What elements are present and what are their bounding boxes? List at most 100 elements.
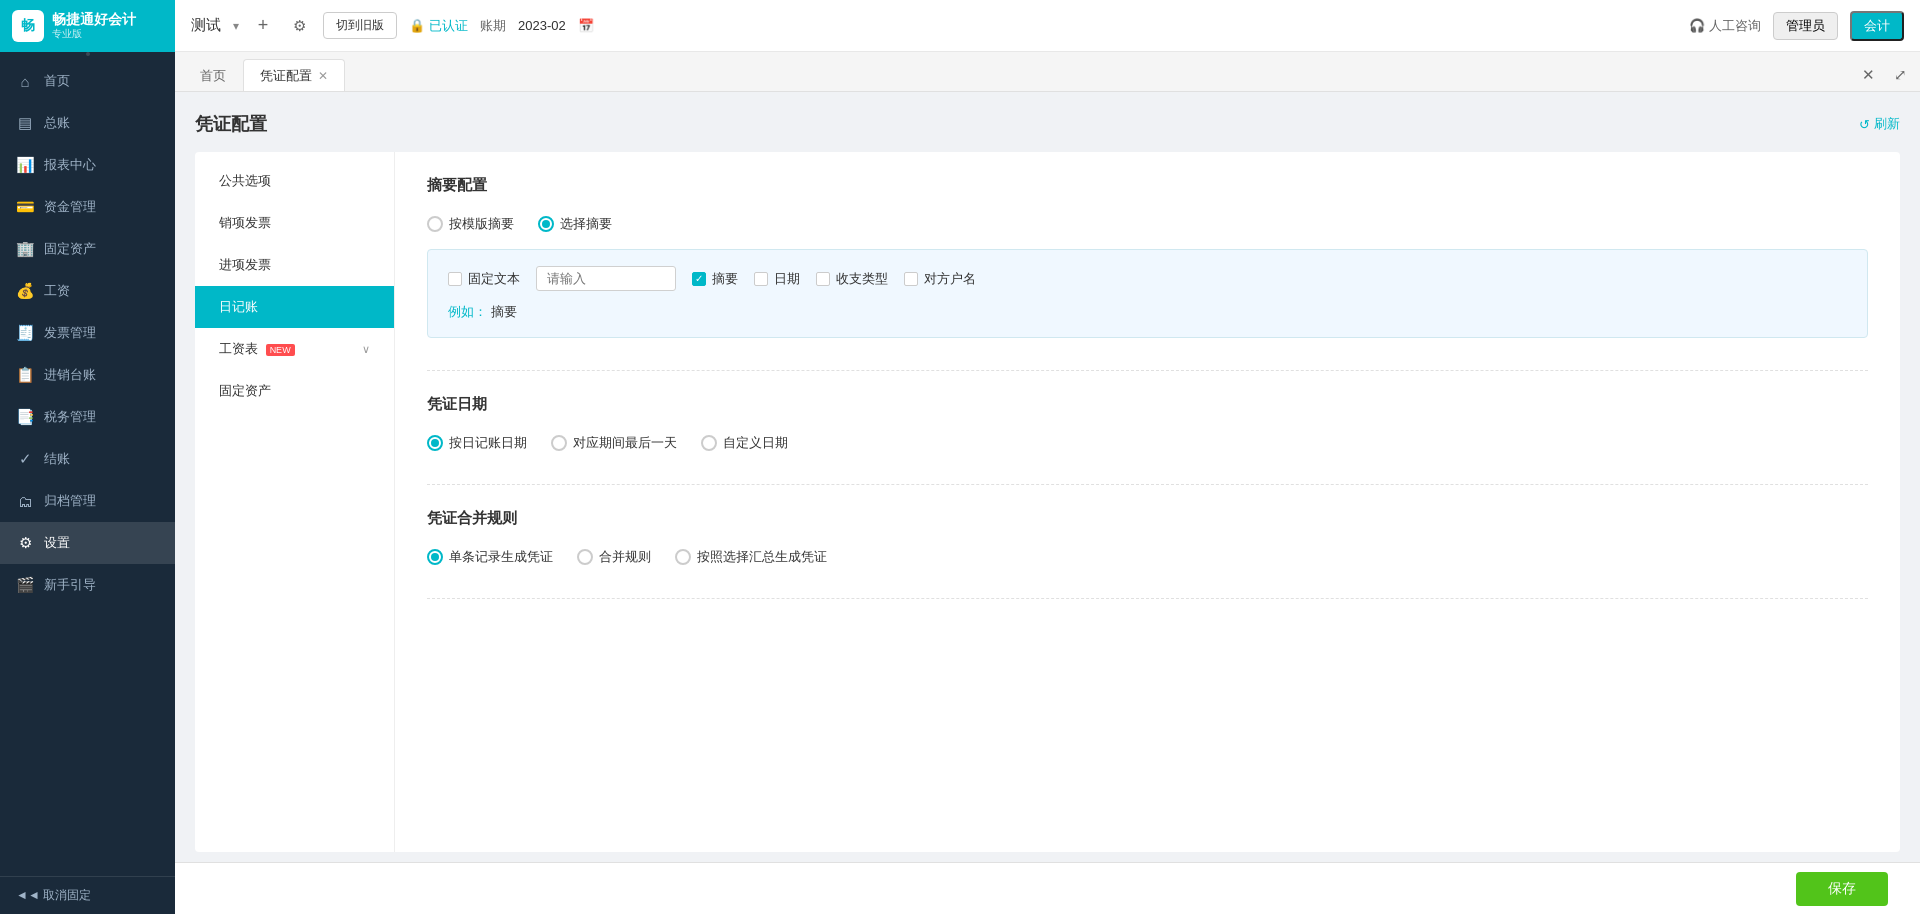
fixed-text-checkbox[interactable]: 固定文本 (448, 270, 520, 288)
report-icon: 📊 (16, 156, 34, 174)
sidebar-logo: 畅 畅捷通好会计 专业版 (0, 0, 175, 52)
tax-icon: 📑 (16, 408, 34, 426)
merge-section: 凭证合并规则 单条记录生成凭证 合并规则 按照选择汇总生成凭证 (427, 509, 1868, 566)
radio-rule-circle (577, 549, 593, 565)
abstract-section: 摘要配置 按模版摘要 选择摘要 (427, 176, 1868, 338)
add-tab-button[interactable]: + (251, 14, 275, 38)
merge-radio-rule[interactable]: 合并规则 (577, 548, 651, 566)
abstract-section-title: 摘要配置 (427, 176, 1868, 195)
sidebar-item-settings[interactable]: ⚙ 设置 (0, 522, 175, 564)
sidebar-item-tax[interactable]: 📑 税务管理 (0, 396, 175, 438)
sidebar-item-closing[interactable]: ✓ 结账 (0, 438, 175, 480)
sidebar-item-ledger[interactable]: ▤ 总账 (0, 102, 175, 144)
tab-home[interactable]: 首页 (183, 59, 243, 91)
period-label: 账期 (480, 17, 506, 35)
radio-journal-circle (427, 435, 443, 451)
content-wrapper: 凭证配置 ↺ 刷新 公共选项 销项发票 进项发票 日记账 (175, 92, 1920, 914)
sidebar-nav: ⌂ 首页 ▤ 总账 📊 报表中心 💳 资金管理 🏢 固定资产 💰 工资 🧾 发票… (0, 56, 175, 876)
merge-radio-group: 单条记录生成凭证 合并规则 按照选择汇总生成凭证 (427, 548, 1868, 566)
fullscreen-button[interactable]: ⤢ (1888, 63, 1912, 87)
radio-single-circle (427, 549, 443, 565)
section-divider-1 (427, 370, 1868, 371)
fixed-text-input[interactable] (536, 266, 676, 291)
content-layout: 公共选项 销项发票 进项发票 日记账 工资表 NEW (195, 152, 1900, 852)
consult-button[interactable]: 🎧 人工咨询 (1689, 17, 1761, 35)
counterpart-checkbox[interactable]: 对方户名 (904, 270, 976, 288)
date-radio-custom[interactable]: 自定义日期 (701, 434, 788, 452)
user-button[interactable]: 管理员 (1773, 12, 1838, 40)
date-radio-period-last[interactable]: 对应期间最后一天 (551, 434, 677, 452)
sidebar-unpin[interactable]: ◄◄ 取消固定 (0, 876, 175, 914)
project-name: 测试 (191, 16, 221, 35)
period-value: 2023-02 (518, 18, 566, 33)
page-title: 凭证配置 (195, 112, 267, 136)
archive-icon: 🗂 (16, 492, 34, 510)
project-dropdown[interactable]: ▾ (233, 19, 239, 33)
abstract-checkbox[interactable]: ✓ 摘要 (692, 270, 738, 288)
sidebar-item-sales[interactable]: 📋 进销台账 (0, 354, 175, 396)
role-button[interactable]: 会计 (1850, 11, 1904, 41)
date-radio-journal[interactable]: 按日记账日期 (427, 434, 527, 452)
closing-icon: ✓ (16, 450, 34, 468)
sidebar-item-home[interactable]: ⌂ 首页 (0, 60, 175, 102)
sidebar-item-invoice[interactable]: 🧾 发票管理 (0, 312, 175, 354)
logo-icon: 畅 (12, 10, 44, 42)
side-menu-sales-invoice[interactable]: 销项发票 (195, 202, 394, 244)
abstract-radio-group: 按模版摘要 选择摘要 (427, 215, 1868, 233)
sidebar: 畅 畅捷通好会计 专业版 ⌂ 首页 ▤ 总账 📊 报表中心 💳 资金管理 🏢 固… (0, 0, 175, 914)
side-menu: 公共选项 销项发票 进项发票 日记账 工资表 NEW (195, 152, 395, 852)
radio-select-circle (538, 216, 554, 232)
certified-badge: 🔒 已认证 (409, 17, 468, 35)
date-checkbox-box (754, 272, 768, 286)
close-all-button[interactable]: ✕ (1856, 63, 1880, 87)
merge-radio-summary[interactable]: 按照选择汇总生成凭证 (675, 548, 827, 566)
expand-icon: ∨ (362, 343, 370, 356)
page-header: 凭证配置 ↺ 刷新 (195, 112, 1900, 136)
topbar-settings-button[interactable]: ⚙ (287, 14, 311, 38)
tabbar: 首页 凭证配置 ✕ ✕ ⤢ (175, 52, 1920, 92)
payment-type-checkbox[interactable]: 收支类型 (816, 270, 888, 288)
form-area: 摘要配置 按模版摘要 选择摘要 (395, 152, 1900, 852)
sidebar-item-guide[interactable]: 🎬 新手引导 (0, 564, 175, 606)
abstract-config-panel: 固定文本 ✓ 摘要 日期 (427, 249, 1868, 338)
switch-old-version-button[interactable]: 切到旧版 (323, 12, 397, 39)
main-content: 凭证配置 ↺ 刷新 公共选项 销项发票 进项发票 日记账 (175, 92, 1920, 914)
tabbar-controls: ✕ ⤢ (1856, 63, 1912, 87)
fund-icon: 💳 (16, 198, 34, 216)
sidebar-item-fund[interactable]: 💳 资金管理 (0, 186, 175, 228)
side-menu-public[interactable]: 公共选项 (195, 160, 394, 202)
sales-icon: 📋 (16, 366, 34, 384)
sidebar-item-archive[interactable]: 🗂 归档管理 (0, 480, 175, 522)
abstract-checkbox-box: ✓ (692, 272, 706, 286)
side-menu-fixed-assets[interactable]: 固定资产 (195, 370, 394, 412)
payroll-icon: 💰 (16, 282, 34, 300)
merge-section-title: 凭证合并规则 (427, 509, 1868, 528)
home-icon: ⌂ (16, 72, 34, 90)
side-menu-journal[interactable]: 日记账 (195, 286, 394, 328)
sidebar-item-report[interactable]: 📊 报表中心 (0, 144, 175, 186)
side-menu-purchase-invoice[interactable]: 进项发票 (195, 244, 394, 286)
topbar: 测试 ▾ + ⚙ 切到旧版 🔒 已认证 账期 2023-02 📅 🎧 人工咨询 … (175, 0, 1920, 52)
logo-text: 畅捷通好会计 专业版 (52, 11, 136, 42)
settings-icon: ⚙ (16, 534, 34, 552)
sidebar-item-asset[interactable]: 🏢 固定资产 (0, 228, 175, 270)
abstract-options-row: 固定文本 ✓ 摘要 日期 (448, 266, 1847, 291)
guide-icon: 🎬 (16, 576, 34, 594)
save-button[interactable]: 保存 (1796, 872, 1888, 906)
abstract-radio-template[interactable]: 按模版摘要 (427, 215, 514, 233)
consult-icon: 🎧 (1689, 18, 1705, 33)
side-menu-payroll-table[interactable]: 工资表 NEW ∨ (195, 328, 394, 370)
refresh-button[interactable]: ↺ 刷新 (1859, 115, 1900, 133)
new-badge: NEW (266, 344, 295, 356)
tab-voucher-config[interactable]: 凭证配置 ✕ (243, 59, 345, 91)
merge-radio-single[interactable]: 单条记录生成凭证 (427, 548, 553, 566)
ledger-icon: ▤ (16, 114, 34, 132)
abstract-radio-select[interactable]: 选择摘要 (538, 215, 612, 233)
certified-icon: 🔒 (409, 18, 425, 33)
sidebar-item-payroll[interactable]: 💰 工资 (0, 270, 175, 312)
section-divider-3 (427, 598, 1868, 599)
date-checkbox[interactable]: 日期 (754, 270, 800, 288)
tab-close-button[interactable]: ✕ (318, 69, 328, 83)
calendar-icon[interactable]: 📅 (578, 18, 594, 33)
counterpart-checkbox-box (904, 272, 918, 286)
